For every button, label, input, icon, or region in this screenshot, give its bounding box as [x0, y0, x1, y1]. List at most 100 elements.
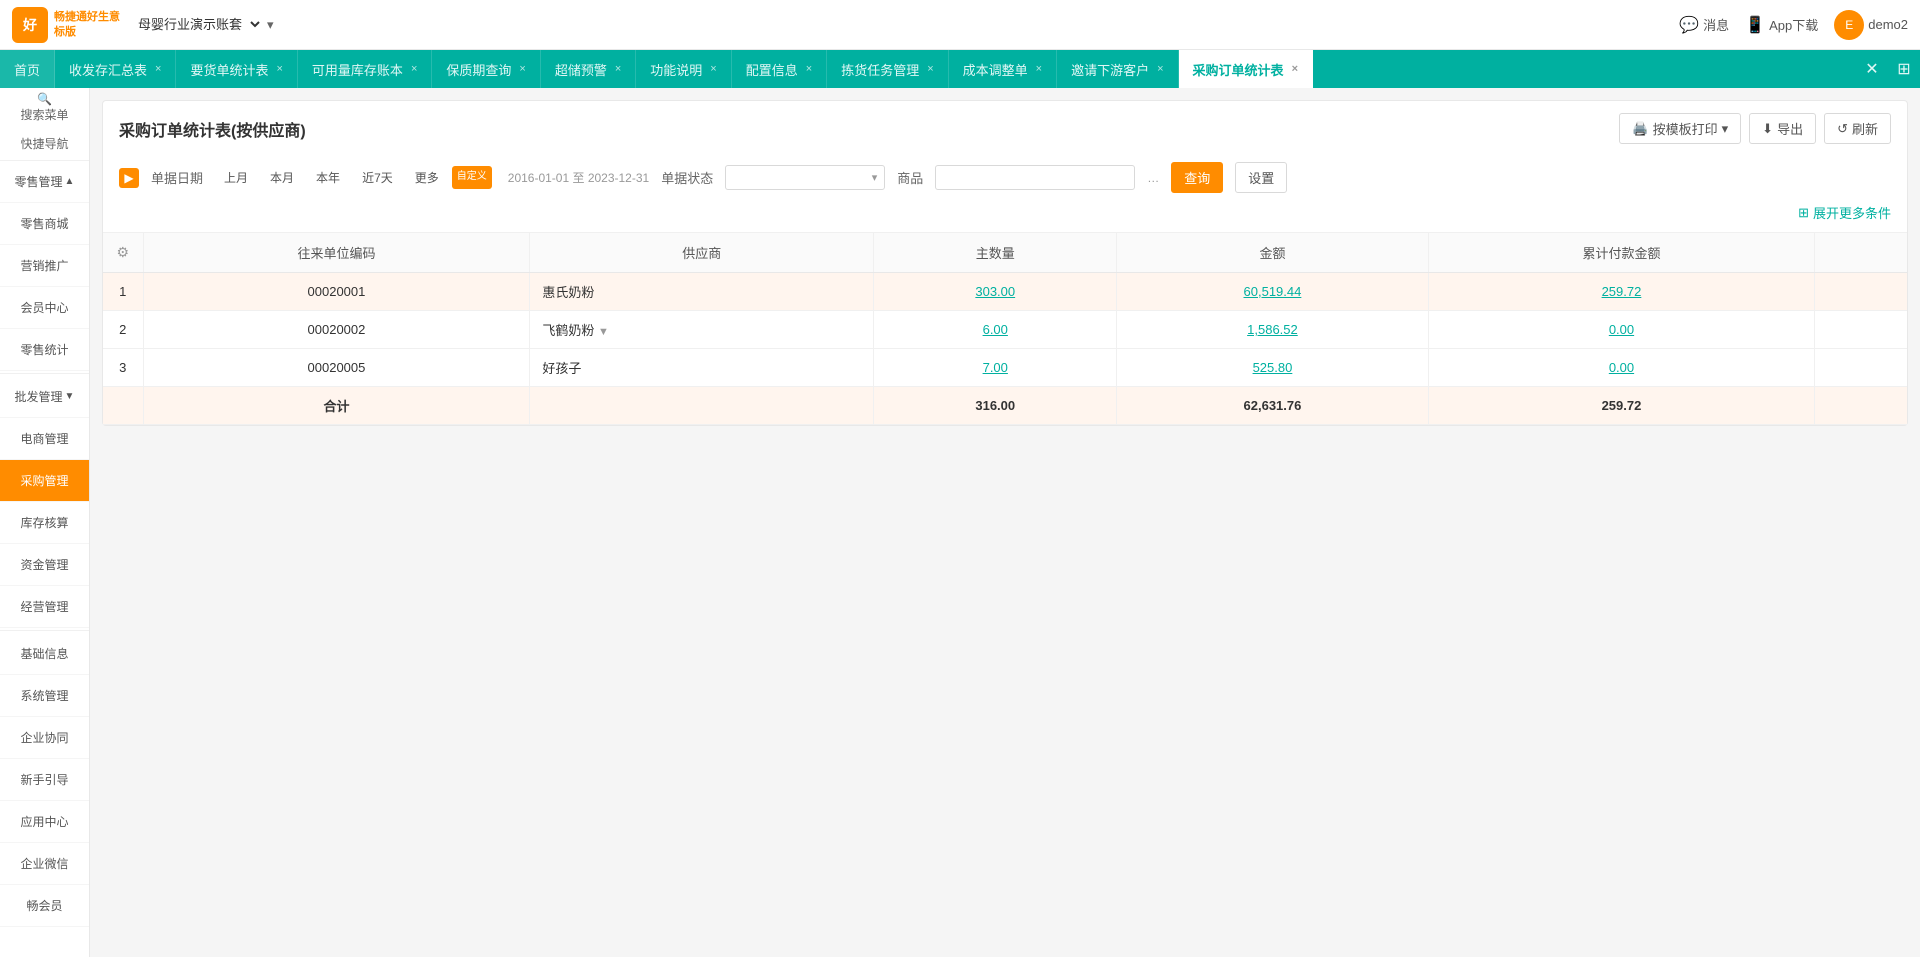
- date-quick-btns: 上月 本月 本年 近7天 更多 自定义: [215, 166, 492, 189]
- cell-extra: [1815, 273, 1907, 311]
- date-btn-last-month[interactable]: 上月: [215, 166, 257, 189]
- message-action[interactable]: 💬 消息: [1679, 15, 1729, 35]
- sidebar-item-member[interactable]: 会员中心: [0, 287, 89, 329]
- cell-amount: 525.80: [1117, 349, 1428, 387]
- cell-amount: 1,586.52: [1117, 311, 1428, 349]
- column-settings-icon[interactable]: ⚙: [116, 244, 129, 260]
- amount-link[interactable]: 1,586.52: [1247, 322, 1298, 337]
- sidebar-item-purchase[interactable]: 采购管理: [0, 460, 89, 502]
- date-btn-this-month[interactable]: 本月: [261, 166, 303, 189]
- paid-link[interactable]: 0.00: [1609, 322, 1634, 337]
- tab-close-yaoqing[interactable]: ×: [1157, 63, 1163, 75]
- tab-close-baozhiqi[interactable]: ×: [519, 63, 525, 75]
- table-row: 3 00020005 好孩子 7.00 525.80 0.00: [103, 349, 1907, 387]
- sidebar-item-ecommerce[interactable]: 电商管理: [0, 418, 89, 460]
- quantity-link[interactable]: 6.00: [983, 322, 1008, 337]
- app-download-action[interactable]: 📱 App下载: [1745, 15, 1818, 35]
- top-bar-right: 💬 消息 📱 App下载 E demo2: [1679, 10, 1908, 40]
- tab-chengben[interactable]: 成本调整单 ×: [949, 50, 1057, 88]
- sidebar-item-vip[interactable]: 畅会员: [0, 885, 89, 927]
- sidebar-shortcut-btn[interactable]: 快捷导航: [0, 127, 89, 161]
- table-footer-row: 合计 316.00 62,631.76 259.72: [103, 387, 1907, 425]
- date-btn-7days[interactable]: 近7天: [353, 166, 402, 189]
- sidebar-item-retail-shop[interactable]: 零售商城: [0, 203, 89, 245]
- th-quantity: 主数量: [874, 233, 1117, 273]
- sidebar-item-newbie[interactable]: 新手引导: [0, 759, 89, 801]
- tab-peizhi[interactable]: 配置信息 ×: [732, 50, 827, 88]
- expand-more-btn[interactable]: ⊞ 展开更多条件: [1798, 203, 1891, 222]
- filter-toggle-btn[interactable]: ▶: [119, 168, 139, 188]
- sidebar-item-operations[interactable]: 经营管理: [0, 586, 89, 628]
- table-row: 2 00020002 飞鹤奶粉 ▼ 6.00 1,586.52 0.00: [103, 311, 1907, 349]
- footer-paid: 259.72: [1428, 387, 1815, 425]
- refresh-btn[interactable]: ↺ 刷新: [1824, 113, 1891, 144]
- tab-close-chaochuyujing[interactable]: ×: [615, 63, 621, 75]
- date-custom-badge[interactable]: 自定义: [452, 166, 492, 189]
- sidebar-item-system[interactable]: 系统管理: [0, 675, 89, 717]
- export-btn[interactable]: ⬇ 导出: [1749, 113, 1816, 144]
- th-code: 往来单位编码: [143, 233, 530, 273]
- data-table: ⚙ 往来单位编码 供应商 主数量 金额 累计付款金额: [103, 233, 1907, 425]
- sidebar-item-retail-stats[interactable]: 零售统计: [0, 329, 89, 371]
- sidebar-search-btn[interactable]: 🔍 搜索菜单: [0, 88, 89, 127]
- tab-close-shoufahuizongtable[interactable]: ×: [155, 63, 161, 75]
- cell-no: 2: [103, 311, 143, 349]
- sidebar-item-wholesale[interactable]: 批发管理 ▼: [0, 376, 89, 418]
- content-area: 采购订单统计表(按供应商) 🖨️ 按模板打印 ▾ ⬇ 导出 ↺: [90, 88, 1920, 957]
- sidebar-item-enterprise[interactable]: 企业协同: [0, 717, 89, 759]
- sidebar-item-basic[interactable]: 基础信息: [0, 633, 89, 675]
- sidebar-item-retail[interactable]: 零售管理 ▲: [0, 161, 89, 203]
- expand-icon: ⊞: [1798, 205, 1809, 221]
- paid-link[interactable]: 0.00: [1609, 360, 1634, 375]
- th-supplier: 供应商: [530, 233, 874, 273]
- amount-link[interactable]: 525.80: [1253, 360, 1293, 375]
- th-paid: 累计付款金额: [1428, 233, 1815, 273]
- date-btn-more[interactable]: 更多: [406, 166, 448, 189]
- amount-link[interactable]: 60,519.44: [1244, 284, 1302, 299]
- cell-supplier: 好孩子: [530, 349, 874, 387]
- tab-chaochuyujing[interactable]: 超储预警 ×: [541, 50, 636, 88]
- settings-btn[interactable]: 设置: [1235, 162, 1287, 193]
- search-btn[interactable]: 查询: [1171, 162, 1223, 193]
- sidebar-item-marketing[interactable]: 营销推广: [0, 245, 89, 287]
- date-filter-label: 单据日期: [151, 168, 203, 187]
- chevron-down-icon: ▲: [65, 176, 75, 187]
- tab-close-peizhi[interactable]: ×: [806, 63, 812, 75]
- tab-baozhiqi[interactable]: 保质期查询 ×: [432, 50, 540, 88]
- date-btn-this-year[interactable]: 本年: [307, 166, 349, 189]
- paid-link[interactable]: 259.72: [1602, 284, 1642, 299]
- tab-shoufahuizongtable[interactable]: 收发存汇总表 ×: [55, 50, 176, 88]
- quantity-link[interactable]: 7.00: [983, 360, 1008, 375]
- sidebar: 🔍 搜索菜单 快捷导航 零售管理 ▲ 零售商城 营销推广 会员中心 零售统计 批…: [0, 88, 90, 957]
- footer-amount: 62,631.76: [1117, 387, 1428, 425]
- tab-caigou[interactable]: 采购订单统计表 ×: [1179, 50, 1313, 88]
- quantity-link[interactable]: 303.00: [975, 284, 1015, 299]
- sidebar-item-inventory[interactable]: 库存核算: [0, 502, 89, 544]
- tab-close-caigou[interactable]: ×: [1292, 63, 1298, 75]
- tab-close-yaohuo[interactable]: ×: [276, 63, 282, 75]
- sidebar-item-finance[interactable]: 资金管理: [0, 544, 89, 586]
- tab-close-keyongliang[interactable]: ×: [411, 63, 417, 75]
- tab-yaoqing[interactable]: 邀请下游客户 ×: [1057, 50, 1178, 88]
- tab-keyongliang[interactable]: 可用量库存账本 ×: [298, 50, 432, 88]
- tab-yaohuo[interactable]: 要货单统计表 ×: [176, 50, 297, 88]
- breadcrumb-select[interactable]: 母婴行业演示账套: [130, 14, 263, 35]
- tab-home[interactable]: 首页: [0, 50, 55, 88]
- user-area[interactable]: E demo2: [1834, 10, 1908, 40]
- goods-more-btn[interactable]: …: [1147, 171, 1159, 185]
- tab-close-pihuo[interactable]: ×: [927, 63, 933, 75]
- cell-no: 1: [103, 273, 143, 311]
- status-select[interactable]: [725, 165, 885, 190]
- tab-gongneng[interactable]: 功能说明 ×: [636, 50, 731, 88]
- sidebar-item-wechat[interactable]: 企业微信: [0, 843, 89, 885]
- status-select-wrapper: [725, 165, 885, 190]
- sidebar-item-appstore[interactable]: 应用中心: [0, 801, 89, 843]
- goods-input[interactable]: [935, 165, 1135, 190]
- table-header-row: ⚙ 往来单位编码 供应商 主数量 金额 累计付款金额: [103, 233, 1907, 273]
- print-btn[interactable]: 🖨️ 按模板打印 ▾: [1619, 113, 1741, 144]
- tab-close-gongneng[interactable]: ×: [710, 63, 716, 75]
- tab-pihuo[interactable]: 拣货任务管理 ×: [827, 50, 948, 88]
- tab-expand-btn[interactable]: ⊞: [1888, 50, 1920, 88]
- tab-close-chengben[interactable]: ×: [1036, 63, 1042, 75]
- tab-close-all-btn[interactable]: ✕: [1856, 50, 1888, 88]
